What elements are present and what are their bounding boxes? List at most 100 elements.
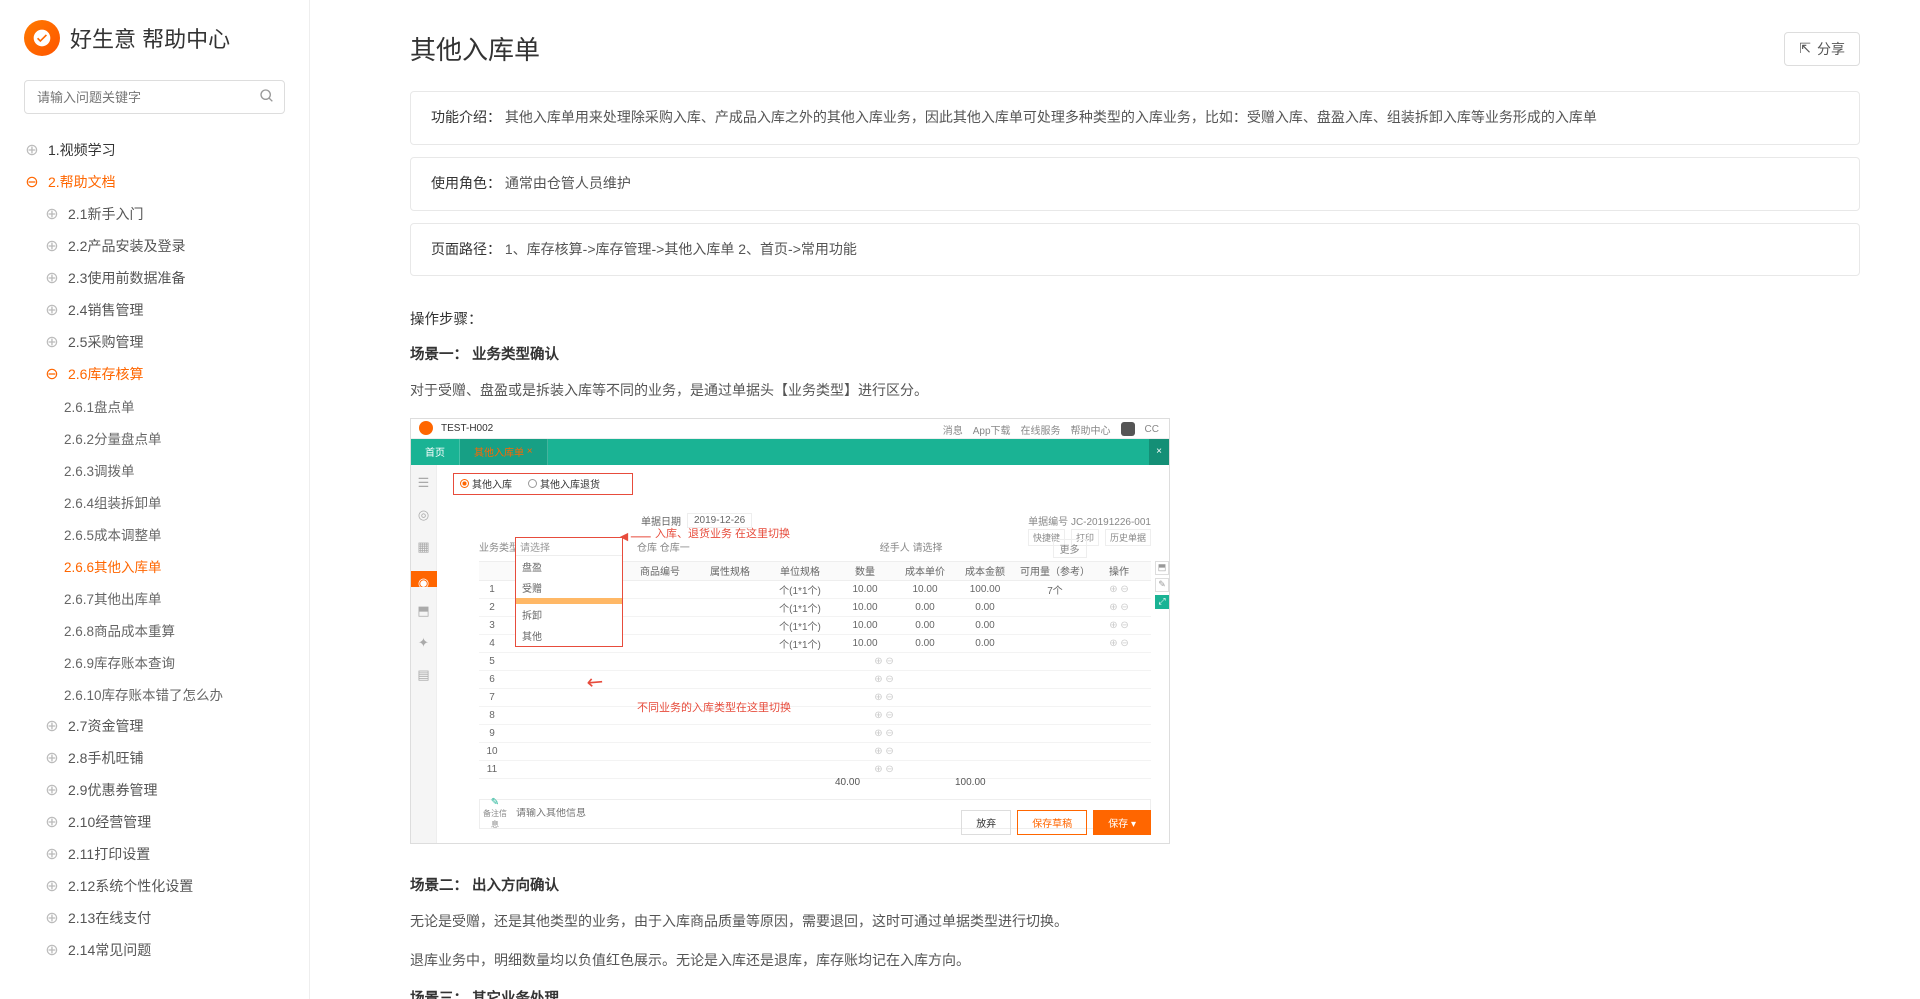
- nav-label: 2.6.3调拨单: [64, 460, 135, 480]
- plus-icon: ⊕: [44, 718, 60, 734]
- ss-date-value: 2019-12-26: [687, 513, 752, 528]
- plus-icon: ⊕: [44, 942, 60, 958]
- nav-2-6-2[interactable]: 2.6.2分量盘点单: [24, 422, 285, 454]
- ss-dd-item: 其他: [516, 625, 622, 646]
- th-unit: 单位规格: [765, 563, 835, 578]
- nav-label: 2.帮助文档: [48, 172, 116, 192]
- ss-body: 其他入库 其他入库退货 ◄── 入库、退货业务 在这里切换 单据日期 2019-…: [437, 465, 1169, 843]
- nav-custom[interactable]: ⊕2.12系统个性化设置: [24, 870, 285, 902]
- intro-box: 功能介绍： 其他入库单用来处理除采购入库、产成品入库之外的其他入库业务，因此其他…: [410, 91, 1860, 145]
- ss-rbox-icon: ✎: [1155, 578, 1169, 592]
- nav-2-6-6[interactable]: 2.6.6其他入库单: [24, 550, 285, 582]
- nav-install[interactable]: ⊕ 2.2产品安装及登录: [24, 230, 285, 262]
- nav-video-learning[interactable]: ⊕1.视频学习: [24, 134, 285, 166]
- th-spec: 属性规格: [695, 563, 765, 578]
- nav-2-6-1[interactable]: 2.6.1盘点单: [24, 390, 285, 422]
- logo-icon: [24, 20, 60, 56]
- path-text: 1、库存核算->库存管理->其他入库单 2、首页->常用功能: [505, 241, 857, 257]
- ss-topbar-right: 消息 App下载 在线服务 帮助中心 CC: [943, 422, 1159, 437]
- nav-2-6-4[interactable]: 2.6.4组装拆卸单: [24, 486, 285, 518]
- nav-label: 2.7资金管理: [68, 716, 143, 736]
- ss-side-icon: ☰: [416, 475, 432, 491]
- ss-more-btn: 更多: [1053, 539, 1087, 558]
- th-op: 操作: [1095, 563, 1151, 578]
- ss-sum-row: 40.00 100.00: [479, 777, 1151, 788]
- ss-footer: 放弃 保存草稿 保存 ▾: [961, 810, 1151, 835]
- nav-faq[interactable]: ⊕2.14常见问题: [24, 934, 285, 966]
- nav-label: 2.2产品安装及登录: [68, 236, 185, 256]
- nav-label: 2.6.1盘点单: [64, 396, 135, 416]
- nav-label: 2.5采购管理: [68, 332, 143, 352]
- table-row: 5⊕ ⊖: [479, 653, 1151, 671]
- ss-field-label: 业务类型: [479, 539, 519, 554]
- ss-rightbar: ⬒ ✎ ⤢: [1155, 561, 1169, 609]
- ss-logo-icon: [419, 421, 433, 435]
- ss-user: CC: [1145, 424, 1159, 435]
- nav-2-6-7[interactable]: 2.6.7其他出库单: [24, 582, 285, 614]
- sum-amount: 100.00: [955, 777, 1015, 788]
- plus-icon: ⊕: [44, 238, 60, 254]
- logo[interactable]: 好生意 帮助中心: [24, 20, 285, 56]
- nav-purchase[interactable]: ⊕2.5采购管理: [24, 326, 285, 358]
- scene3-label: 场景三：: [410, 991, 468, 999]
- nav-biz[interactable]: ⊕2.10经营管理: [24, 806, 285, 838]
- ss-tab-label: 其他入库单: [474, 444, 524, 459]
- nav-inventory[interactable]: ⊖2.6库存核算: [24, 358, 285, 390]
- ss-dd-item: 盘盈: [516, 556, 622, 577]
- plus-icon: ⊕: [44, 270, 60, 286]
- plus-icon: ⊕: [44, 910, 60, 926]
- sidebar: 好生意 帮助中心 ⊕1.视频学习 ⊖2.帮助文档 ⊕2.1新手入门 ⊕2.2产品…: [0, 0, 310, 999]
- main-content: 其他入库单 ⇱ 分享 功能介绍： 其他入库单用来处理除采购入库、产成品入库之外的…: [310, 0, 1920, 999]
- scene1-text: 对于受赠、盘盈或是拆装入库等不同的业务，是通过单据头【业务类型】进行区分。: [410, 378, 1860, 403]
- nav-print[interactable]: ⊕2.11打印设置: [24, 838, 285, 870]
- th-price: 成本单价: [895, 563, 955, 578]
- nav-help-docs[interactable]: ⊖2.帮助文档: [24, 166, 285, 198]
- search-input[interactable]: [24, 80, 285, 114]
- scene3-heading: 场景三： 其它业务处理: [410, 987, 1860, 999]
- ss-rbox-icon: ⬒: [1155, 561, 1169, 575]
- ss-dropdown: 请选择 盘盈 受赠 拆卸 其他: [515, 537, 623, 647]
- ss-date-row: 单据日期 2019-12-26: [641, 513, 752, 528]
- scene2-text1: 无论是受赠，还是其他类型的业务，由于入库商品质量等原因，需要退回，这时可通过单据…: [410, 909, 1860, 934]
- radio-dot-icon: [460, 479, 469, 488]
- sum-qty: 40.00: [835, 777, 895, 788]
- ss-radio-return: 其他入库退货: [528, 476, 600, 491]
- plus-icon: ⊕: [44, 750, 60, 766]
- ss-dd-item: 受赠: [516, 577, 622, 598]
- search-box: [24, 80, 285, 114]
- ss-btn-discard: 放弃: [961, 810, 1011, 835]
- ss-docnum-value: JC-20191226-001: [1071, 517, 1151, 528]
- search-icon[interactable]: [259, 88, 275, 107]
- nav-2-6-9[interactable]: 2.6.9库存账本查询: [24, 646, 285, 678]
- ss-tool-hist: 历史单据: [1105, 529, 1151, 546]
- plus-icon: ⊕: [44, 206, 60, 222]
- nav-label: 1.视频学习: [48, 140, 116, 160]
- th-qty: 数量: [835, 563, 895, 578]
- nav-data-prep[interactable]: ⊕2.3使用前数据准备: [24, 262, 285, 294]
- nav-sales[interactable]: ⊕2.4销售管理: [24, 294, 285, 326]
- nav-funds[interactable]: ⊕ 2.7资金管理: [24, 710, 285, 742]
- ss-menu-svc: 在线服务: [1021, 422, 1061, 437]
- nav-2-6-8[interactable]: 2.6.8商品成本重算: [24, 614, 285, 646]
- nav-label: 2.6.6其他入库单: [64, 556, 162, 576]
- ss-date-label: 单据日期: [641, 513, 681, 528]
- nav-pay[interactable]: ⊕2.13在线支付: [24, 902, 285, 934]
- remark-icon: ✎备注信息: [480, 797, 510, 830]
- share-button[interactable]: ⇱ 分享: [1784, 32, 1860, 66]
- nav-coupon[interactable]: ⊕2.9优惠券管理: [24, 774, 285, 806]
- nav-newbie[interactable]: ⊕2.1新手入门: [24, 198, 285, 230]
- nav-2-6-3[interactable]: 2.6.3调拨单: [24, 454, 285, 486]
- ss-side-icon: ✦: [416, 635, 432, 651]
- ss-docnum: 单据编号 JC-20191226-001: [1028, 513, 1151, 528]
- avatar-icon: [1121, 422, 1135, 436]
- nav-2-6-10[interactable]: 2.6.10库存账本错了怎么办: [24, 678, 285, 710]
- ss-tab-doc: 其他入库单 ×: [460, 439, 548, 465]
- ss-sidebar: ☰ ◎ ▦ ◉ ⬒ ✦ ▤: [411, 465, 437, 843]
- nav-2-6-5[interactable]: 2.6.5成本调整单: [24, 518, 285, 550]
- ss-field-biztype: 业务类型: [479, 539, 519, 554]
- steps-heading: 操作步骤：: [410, 308, 1860, 329]
- scene2-heading: 场景二： 出入方向确认: [410, 874, 1860, 895]
- share-icon: ⇱: [1799, 40, 1811, 57]
- nav-label: 2.6.9库存账本查询: [64, 652, 175, 672]
- nav-mobile[interactable]: ⊕2.8手机旺铺: [24, 742, 285, 774]
